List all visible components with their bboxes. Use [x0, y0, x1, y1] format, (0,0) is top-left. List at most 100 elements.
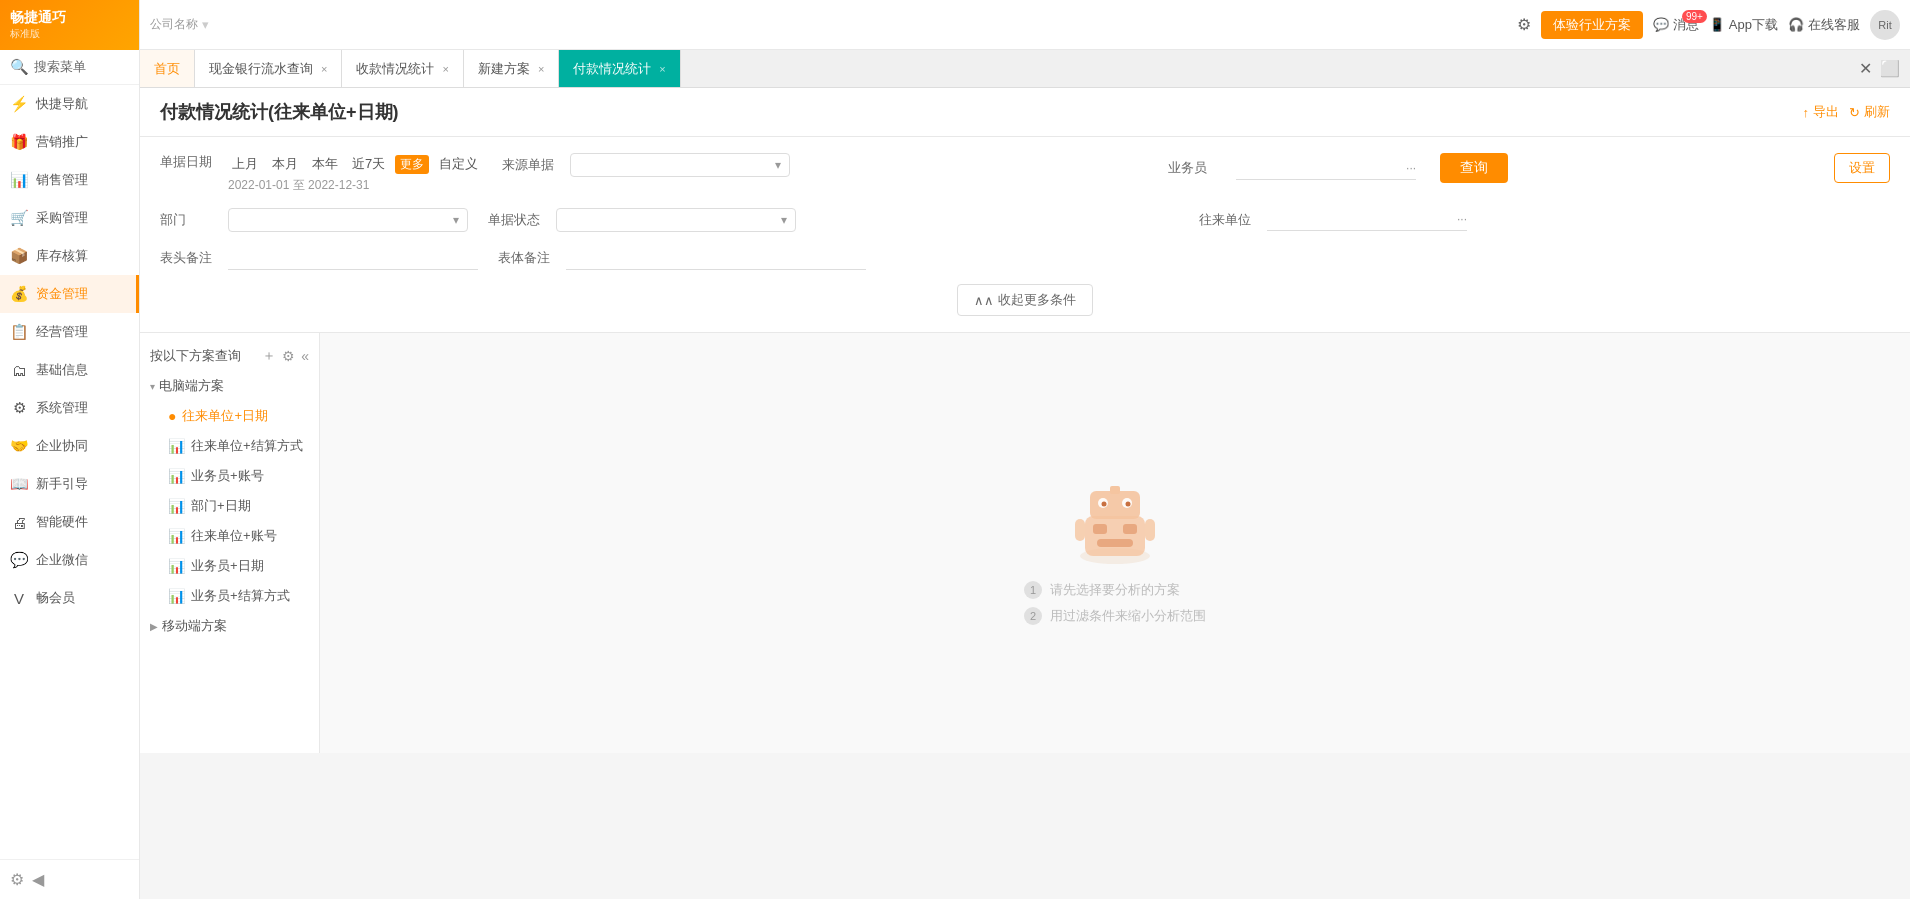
sidebar-header: 畅捷通巧 标准版 — [0, 0, 139, 50]
export-button[interactable]: ↑ 导出 — [1803, 103, 1840, 121]
date-opt-this-month[interactable]: 本月 — [268, 153, 302, 175]
scheme-collapse-icon[interactable]: « — [301, 348, 309, 364]
svg-rect-12 — [1145, 519, 1155, 541]
voucher-status-select[interactable]: ▾ — [556, 208, 796, 232]
filter-area: 单据日期 上月 本月 本年 近7天 更多 自定义 2022-01-01 至 20… — [140, 137, 1910, 333]
main-content: 公司名称 ▾ ⚙ 体验行业方案 💬 消息 99+ 📱 App下载 🎧 在线客服 … — [140, 0, 1910, 899]
sidebar-item-sales[interactable]: 📊 销售管理 — [0, 161, 139, 199]
scheme-panel: 按以下方案查询 ＋ ⚙ « ▾ 电脑端方案 ● 往来单位+日期 — [140, 333, 320, 753]
tab-new-scheme-label: 新建方案 — [478, 60, 530, 78]
settings-icon[interactable]: ⚙ — [10, 870, 24, 889]
main-body: 按以下方案查询 ＋ ⚙ « ▾ 电脑端方案 ● 往来单位+日期 — [140, 333, 1910, 753]
sidebar-item-inventory[interactable]: 📦 库存核算 — [0, 237, 139, 275]
collapse-icon[interactable]: ◀ — [32, 870, 44, 889]
app-download-button[interactable]: 📱 App下载 — [1709, 16, 1778, 34]
dept-filter: 部门 ▾ — [160, 208, 468, 232]
source-select[interactable]: ▾ — [570, 153, 790, 177]
sidebar-item-search[interactable]: 🔍 搜索菜单 — [0, 50, 139, 85]
date-opt-this-year[interactable]: 本年 — [308, 153, 342, 175]
sidebar-item-shortcut[interactable]: ⚡ 快捷导航 — [0, 85, 139, 123]
scheme-settings-icon[interactable]: ⚙ — [282, 348, 295, 364]
content-area: 付款情况统计(往来单位+日期) ↑ 导出 ↻ 刷新 单据日期 — [140, 88, 1910, 899]
flash-icon: ⚡ — [10, 95, 28, 113]
vip-icon: V — [10, 589, 28, 607]
message-icon: 💬 — [1653, 17, 1669, 32]
tabbar: 首页 现金银行流水查询 × 收款情况统计 × 新建方案 × 付款情况统计 × ✕… — [140, 50, 1910, 88]
tab-new-scheme-close[interactable]: × — [538, 63, 544, 75]
scheme-item-partner-date[interactable]: ● 往来单位+日期 — [140, 401, 319, 431]
date-filter: 单据日期 上月 本月 本年 近7天 更多 自定义 2022-01-01 至 20… — [160, 153, 482, 194]
scheme-group-arrow-icon: ▾ — [150, 381, 155, 392]
body-note-input[interactable] — [566, 246, 866, 270]
search-icon: 🔍 — [10, 58, 28, 76]
sidebar-item-member[interactable]: V 畅会员 — [0, 579, 139, 617]
scheme-item-salesman-account[interactable]: 📊 业务员+账号 — [140, 461, 319, 491]
message-button[interactable]: 💬 消息 99+ — [1653, 16, 1699, 34]
sidebar-item-wechat[interactable]: 💬 企业微信 — [0, 541, 139, 579]
money-icon: 💰 — [10, 285, 28, 303]
date-range-text: 2022-01-01 至 2022-12-31 — [228, 177, 482, 194]
scheme-group-desktop-header[interactable]: ▾ 电脑端方案 — [140, 371, 319, 401]
settings-button[interactable]: 设置 — [1834, 153, 1890, 183]
date-opt-last-month[interactable]: 上月 — [228, 153, 262, 175]
sidebar-item-enterprise[interactable]: 🤝 企业协同 — [0, 427, 139, 465]
close-window-icon[interactable]: ✕ — [1859, 59, 1872, 78]
sidebar-item-basic[interactable]: 🗂 基础信息 — [0, 351, 139, 389]
body-note-filter: 表体备注 — [498, 246, 1890, 270]
add-scheme-icon[interactable]: ＋ — [262, 347, 276, 365]
tab-new-scheme[interactable]: 新建方案 × — [464, 50, 559, 87]
collapse-button[interactable]: ∧∧ 收起更多条件 — [957, 284, 1093, 316]
salesperson-input[interactable]: ··· — [1236, 157, 1416, 180]
tab-receipt-stat-close[interactable]: × — [442, 63, 448, 75]
folder-icon: 🗂 — [10, 361, 28, 379]
book-icon: 📖 — [10, 475, 28, 493]
sidebar-item-system[interactable]: ⚙ 系统管理 — [0, 389, 139, 427]
scheme-item-partner-settle[interactable]: 📊 往来单位+结算方式 — [140, 431, 319, 461]
refresh-button[interactable]: ↻ 刷新 — [1849, 103, 1890, 121]
header-note-filter: 表头备注 — [160, 246, 478, 270]
date-opt-custom[interactable]: 自定义 — [435, 153, 482, 175]
filter-row-1: 单据日期 上月 本月 本年 近7天 更多 自定义 2022-01-01 至 20… — [160, 153, 1890, 194]
page-header: 付款情况统计(往来单位+日期) ↑ 导出 ↻ 刷新 — [140, 88, 1910, 137]
sidebar-item-guide[interactable]: 📖 新手引导 — [0, 465, 139, 503]
sidebar-item-marketing[interactable]: 🎁 营销推广 — [0, 123, 139, 161]
result-area: 1 请先选择要分析的方案 2 用过滤条件来缩小分析范围 — [320, 333, 1910, 753]
scheme-item-salesman-settle[interactable]: 📊 业务员+结算方式 — [140, 581, 319, 611]
scheme-item-dept-date[interactable]: 📊 部门+日期 — [140, 491, 319, 521]
scheme-item-salesman-date[interactable]: 📊 业务员+日期 — [140, 551, 319, 581]
date-opt-7days[interactable]: 近7天 — [348, 153, 389, 175]
salesperson-label: 业务员 — [1168, 159, 1228, 177]
scheme-item-icon-5: 📊 — [168, 558, 185, 574]
scheme-item-partner-account[interactable]: 📊 往来单位+账号 — [140, 521, 319, 551]
gift-icon: 🎁 — [10, 133, 28, 151]
dept-dropdown-arrow: ▾ — [453, 213, 459, 227]
dept-select[interactable]: ▾ — [228, 208, 468, 232]
clipboard-icon: 📋 — [10, 323, 28, 341]
tab-receipt-stat[interactable]: 收款情况统计 × — [342, 50, 463, 87]
header-note-input[interactable] — [228, 246, 478, 270]
maximize-icon[interactable]: ⬜ — [1880, 59, 1900, 78]
scheme-group-mobile-header[interactable]: ▶ 移动端方案 — [140, 611, 319, 641]
query-button[interactable]: 查询 — [1440, 153, 1508, 183]
scheme-panel-title: 按以下方案查询 — [150, 347, 256, 365]
online-service-button[interactable]: 🎧 在线客服 — [1788, 16, 1860, 34]
tab-cash-flow[interactable]: 现金银行流水查询 × — [195, 50, 342, 87]
sidebar-item-purchase[interactable]: 🛒 采购管理 — [0, 199, 139, 237]
trial-button[interactable]: 体验行业方案 — [1541, 11, 1643, 39]
tab-cash-flow-close[interactable]: × — [321, 63, 327, 75]
user-avatar[interactable]: Rit — [1870, 10, 1900, 40]
tab-payment-stat[interactable]: 付款情况统计 × — [559, 50, 680, 87]
sidebar-item-finance[interactable]: 💰 资金管理 — [0, 275, 139, 313]
date-opt-more[interactable]: 更多 — [395, 155, 429, 174]
tab-payment-stat-close[interactable]: × — [659, 63, 665, 75]
partner-input[interactable]: ··· — [1267, 208, 1467, 231]
svg-rect-1 — [1085, 516, 1145, 556]
scheme-panel-header: 按以下方案查询 ＋ ⚙ « — [140, 341, 319, 371]
sidebar-logo: 畅捷通巧 标准版 — [10, 9, 66, 41]
sidebar-item-hardware[interactable]: 🖨 智能硬件 — [0, 503, 139, 541]
collapse-area: ∧∧ 收起更多条件 — [160, 284, 1890, 316]
tab-home[interactable]: 首页 — [140, 50, 195, 87]
settings-button[interactable]: ⚙ — [1517, 15, 1531, 34]
tab-cash-flow-label: 现金银行流水查询 — [209, 60, 313, 78]
sidebar-item-operation[interactable]: 📋 经营管理 — [0, 313, 139, 351]
